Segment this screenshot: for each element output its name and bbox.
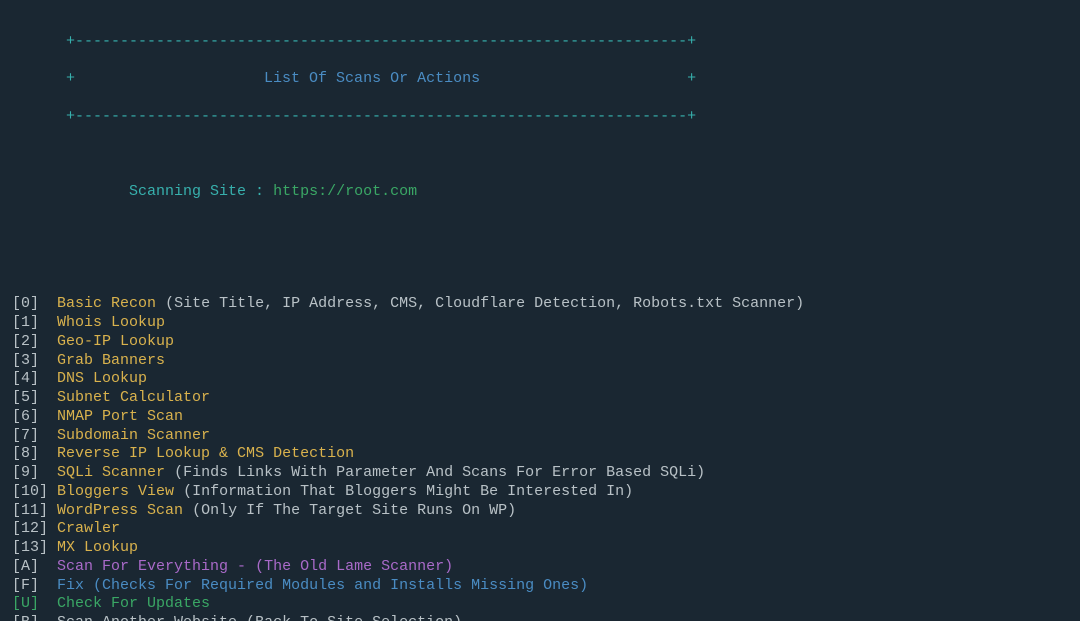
menu-key: [11] — [12, 502, 48, 519]
menu-item-A[interactable]: [A] Scan For Everything - (The Old Lame … — [12, 558, 1068, 577]
header-border-bottom: +---------------------------------------… — [12, 108, 1068, 127]
menu-label: Geo-IP Lookup — [57, 333, 174, 350]
scanning-url: https://root.com — [273, 183, 417, 200]
menu-label: Scan For Everything - (The Old Lame Scan… — [57, 558, 453, 575]
menu-key: [U] — [12, 595, 39, 612]
menu-note: (Only If The Target Site Runs On WP) — [183, 502, 516, 519]
menu-key: [2] — [12, 333, 39, 350]
menu-label: Whois Lookup — [57, 314, 165, 331]
menu-key: [F] — [12, 577, 39, 594]
menu-label: Subnet Calculator — [57, 389, 210, 406]
menu-item-13[interactable]: [13] MX Lookup — [12, 539, 1068, 558]
menu-note: (Site Title, IP Address, CMS, Cloudflare… — [156, 295, 804, 312]
menu-key: [4] — [12, 370, 39, 387]
menu-key: [0] — [12, 295, 39, 312]
menu-label: Grab Banners — [57, 352, 165, 369]
menu-label: Scan Another Website (Back To Site Selec… — [57, 614, 462, 621]
menu-item-B[interactable]: [B] Scan Another Website (Back To Site S… — [12, 614, 1068, 621]
menu-item-3[interactable]: [3] Grab Banners — [12, 352, 1068, 371]
menu-key: [3] — [12, 352, 39, 369]
menu-key: [10] — [12, 483, 48, 500]
scanning-label: Scanning Site : — [129, 183, 273, 200]
menu-label: Crawler — [57, 520, 120, 537]
header-title-row: + List Of Scans Or Actions + — [12, 70, 1068, 89]
menu-key: [8] — [12, 445, 39, 462]
menu-item-5[interactable]: [5] Subnet Calculator — [12, 389, 1068, 408]
menu-key: [9] — [12, 464, 39, 481]
menu-label: Fix (Checks For Required Modules and Ins… — [57, 577, 588, 594]
menu-item-U[interactable]: [U] Check For Updates — [12, 595, 1068, 614]
menu-item-10[interactable]: [10] Bloggers View (Information That Blo… — [12, 483, 1068, 502]
menu-item-F[interactable]: [F] Fix (Checks For Required Modules and… — [12, 577, 1068, 596]
menu-note: (Information That Bloggers Might Be Inte… — [174, 483, 633, 500]
menu-note: (Finds Links With Parameter And Scans Fo… — [165, 464, 705, 481]
menu-item-12[interactable]: [12] Crawler — [12, 520, 1068, 539]
menu-item-7[interactable]: [7] Subdomain Scanner — [12, 427, 1068, 446]
menu-label: Check For Updates — [57, 595, 210, 612]
menu-label: DNS Lookup — [57, 370, 147, 387]
menu-label: SQLi Scanner — [57, 464, 165, 481]
menu-list: [0] Basic Recon (Site Title, IP Address,… — [12, 295, 1068, 621]
menu-item-0[interactable]: [0] Basic Recon (Site Title, IP Address,… — [12, 295, 1068, 314]
menu-item-6[interactable]: [6] NMAP Port Scan — [12, 408, 1068, 427]
menu-label: Bloggers View — [57, 483, 174, 500]
menu-item-1[interactable]: [1] Whois Lookup — [12, 314, 1068, 333]
menu-item-9[interactable]: [9] SQLi Scanner (Finds Links With Param… — [12, 464, 1068, 483]
menu-item-11[interactable]: [11] WordPress Scan (Only If The Target … — [12, 502, 1068, 521]
menu-label: NMAP Port Scan — [57, 408, 183, 425]
menu-key: [12] — [12, 520, 48, 537]
menu-key: [1] — [12, 314, 39, 331]
menu-label: Subdomain Scanner — [57, 427, 210, 444]
menu-label: MX Lookup — [57, 539, 138, 556]
menu-key: [5] — [12, 389, 39, 406]
menu-label: Reverse IP Lookup & CMS Detection — [57, 445, 354, 462]
scanning-site-row: Scanning Site : https://root.com — [12, 183, 1068, 202]
menu-label: Basic Recon — [57, 295, 156, 312]
menu-item-4[interactable]: [4] DNS Lookup — [12, 370, 1068, 389]
header-title: List Of Scans Or Actions — [264, 70, 480, 87]
menu-key: [A] — [12, 558, 39, 575]
menu-item-8[interactable]: [8] Reverse IP Lookup & CMS Detection — [12, 445, 1068, 464]
menu-key: [6] — [12, 408, 39, 425]
menu-key: [13] — [12, 539, 48, 556]
header-border-top: +---------------------------------------… — [12, 33, 1068, 52]
menu-label: WordPress Scan — [57, 502, 183, 519]
menu-key: [7] — [12, 427, 39, 444]
menu-item-2[interactable]: [2] Geo-IP Lookup — [12, 333, 1068, 352]
terminal-screen: +---------------------------------------… — [0, 0, 1080, 621]
menu-key: [B] — [12, 614, 39, 621]
